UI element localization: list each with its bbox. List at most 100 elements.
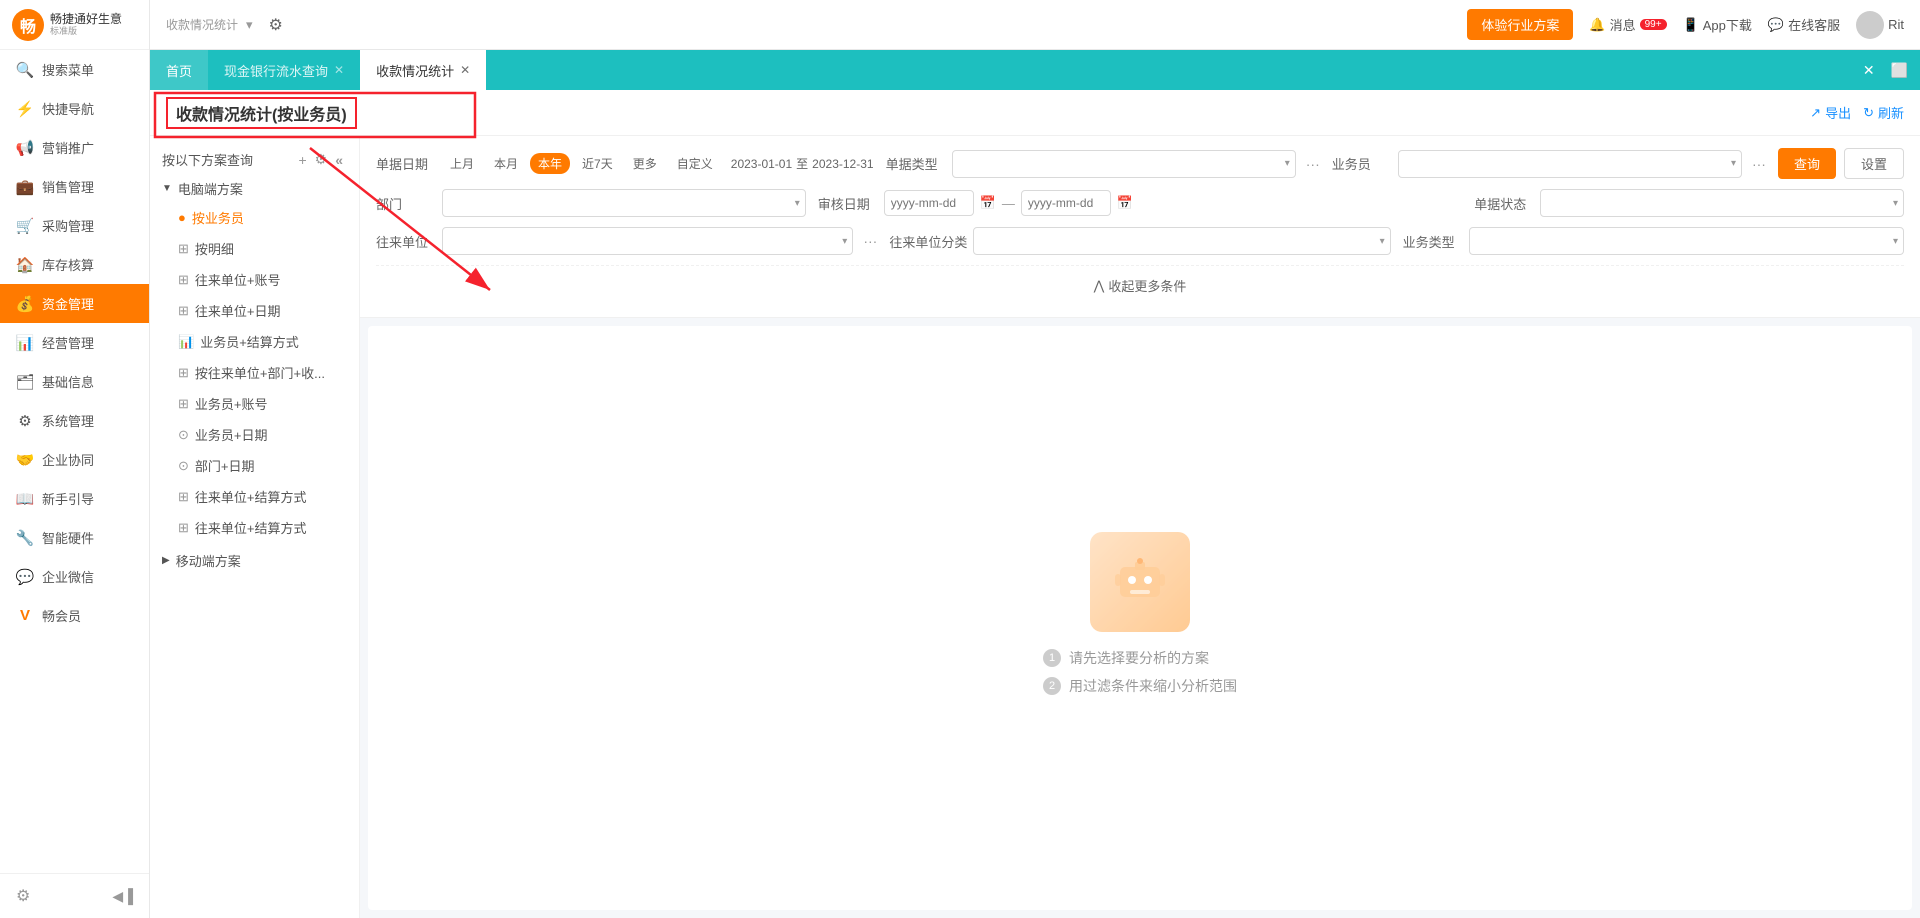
voucher-status-input[interactable] [1540, 189, 1904, 217]
sidebar-item-purchase[interactable]: 🛒 采购管理 [0, 206, 149, 245]
dept-select[interactable]: ▾ [442, 189, 806, 217]
notification-area[interactable]: 🔔 消息 99+ [1589, 15, 1666, 34]
scheme-item-unit-settle2[interactable]: ⊞ 往来单位+结算方式 [150, 512, 359, 543]
customer-category-select[interactable]: ▾ [973, 227, 1390, 255]
dept-input[interactable] [442, 189, 806, 217]
customer-more-icon[interactable]: ··· [863, 233, 877, 249]
shortcut-icon: ⚡ [16, 100, 34, 118]
scheme-item-salesman-date[interactable]: ⊙ 业务员+日期 [150, 419, 359, 450]
sidebar-item-inventory[interactable]: 🏠 库存核算 [0, 245, 149, 284]
tab-receipt[interactable]: 收款情况统计 ✕ [360, 50, 486, 90]
guide-icon: 📖 [16, 490, 34, 508]
voucher-type-more-icon[interactable]: ··· [1306, 156, 1320, 172]
scheme-item-dept-date[interactable]: ⊙ 部门+日期 [150, 450, 359, 481]
footer-collapse-icon[interactable]: ◀▐ [112, 888, 133, 905]
tab-receipt-close[interactable]: ✕ [460, 63, 470, 77]
scheme-item-by-salesman[interactable]: ● 按业务员 [150, 202, 359, 233]
trial-button[interactable]: 体验行业方案 [1467, 9, 1573, 40]
sidebar-item-shortcut[interactable]: ⚡ 快捷导航 [0, 89, 149, 128]
salesman-input[interactable] [1398, 150, 1742, 178]
sidebar-item-basic[interactable]: 🗂 基础信息 [0, 362, 149, 401]
export-button[interactable]: ↗ 导出 [1810, 103, 1851, 122]
sidebar-item-operation[interactable]: 📊 经营管理 [0, 323, 149, 362]
breadcrumb-dropdown-icon[interactable]: ▾ [246, 17, 253, 33]
header-settings-icon[interactable]: ⚙ [269, 15, 283, 35]
unit-settle2-icon: ⊞ [178, 520, 189, 536]
scheme-item-unit-dept[interactable]: ⊞ 按往来单位+部门+收... [150, 357, 359, 388]
date-tab-last-month[interactable]: 上月 [442, 153, 482, 174]
scheme-item-salesman-account[interactable]: ⊞ 业务员+账号 [150, 388, 359, 419]
sidebar-item-enterprise[interactable]: 🤝 企业协同 [0, 440, 149, 479]
date-tab-last7[interactable]: 近7天 [574, 153, 621, 174]
sidebar-item-hardware[interactable]: 🔧 智能硬件 [0, 518, 149, 557]
window-close-icon[interactable]: ✕ [1859, 58, 1879, 83]
date-tab-more[interactable]: 更多 [625, 153, 665, 174]
salesman-more-icon[interactable]: ··· [1752, 156, 1766, 172]
page-header: 收款情况统计(按业务员) ↗ 导出 ↻ 刷新 [150, 90, 1920, 136]
panel-settings-button[interactable]: ⚙ [311, 151, 332, 168]
scheme-item-unit-settle1[interactable]: ⊞ 往来单位+结算方式 [150, 481, 359, 512]
empty-tip-1: 1 请先选择要分析的方案 [1043, 648, 1237, 668]
window-maximize-icon[interactable]: ⬜ [1887, 58, 1912, 83]
sidebar-item-marketing[interactable]: 📢 营销推广 [0, 128, 149, 167]
business-type-field: 业务类型 ▾ [1403, 227, 1904, 255]
voucher-type-select[interactable]: ▾ [952, 150, 1296, 178]
sidebar-item-search[interactable]: 🔍 搜索菜单 [0, 50, 149, 89]
search-icon: 🔍 [16, 61, 34, 79]
sidebar: 畅 畅捷通好生意 标准版 🔍 搜索菜单 ⚡ 快捷导航 📢 营销推广 💼 销售管理… [0, 0, 150, 918]
panel-collapse-button[interactable]: « [331, 152, 347, 168]
review-date-from-calendar[interactable]: 📅 [980, 195, 996, 211]
marketing-icon: 📢 [16, 139, 34, 157]
sidebar-footer: ⚙ ◀▐ [0, 873, 149, 918]
footer-settings-icon[interactable]: ⚙ [16, 886, 30, 906]
sidebar-item-wechat[interactable]: 💬 企业微信 [0, 557, 149, 596]
settings-button[interactable]: 设置 [1844, 148, 1904, 179]
salesman-settle-icon: 📊 [178, 334, 194, 350]
business-type-select[interactable]: ▾ [1469, 227, 1904, 255]
customer-category-input[interactable] [973, 227, 1390, 255]
tab-bar: 首页 现金银行流水查询 ✕ 收款情况统计 ✕ ✕ ⬜ [150, 50, 1920, 90]
system-icon: ⚙ [16, 412, 34, 430]
customer-field: 往来单位 ▾ ··· [376, 227, 877, 255]
tab-bank[interactable]: 现金银行流水查询 ✕ [208, 50, 360, 90]
sidebar-item-sales[interactable]: 💼 销售管理 [0, 167, 149, 206]
customer-select[interactable]: ▾ [442, 227, 853, 255]
user-avatar [1856, 11, 1884, 39]
customer-input[interactable] [442, 227, 853, 255]
review-date-from-input[interactable] [884, 190, 974, 216]
desktop-expand-arrow: ▼ [162, 183, 172, 194]
tab-home[interactable]: 首页 [150, 50, 208, 90]
review-date-to-input[interactable] [1021, 190, 1111, 216]
date-tabs: 上月 本月 本年 近7天 更多 自定义 [442, 153, 721, 174]
voucher-status-select[interactable]: ▾ [1540, 189, 1904, 217]
scheme-item-unit-date[interactable]: ⊞ 往来单位+日期 [150, 295, 359, 326]
mobile-scheme-title[interactable]: ▶ 移动端方案 [150, 547, 359, 574]
online-service[interactable]: 💬 在线客服 [1768, 15, 1840, 34]
sidebar-item-guide[interactable]: 📖 新手引导 [0, 479, 149, 518]
scheme-item-by-detail[interactable]: ⊞ 按明细 [150, 233, 359, 264]
sidebar-item-finance[interactable]: 💰 资金管理 [0, 284, 149, 323]
sidebar-item-system[interactable]: ⚙ 系统管理 [0, 401, 149, 440]
query-button[interactable]: 查询 [1778, 148, 1836, 179]
review-date-to-calendar[interactable]: 📅 [1117, 195, 1133, 211]
desktop-scheme-title[interactable]: ▼ 电脑端方案 [150, 175, 359, 202]
collapse-button[interactable]: ⋀ 收起更多条件 [1088, 270, 1193, 301]
refresh-button[interactable]: ↻ 刷新 [1863, 103, 1904, 122]
app-download[interactable]: 📱 App下载 [1683, 15, 1752, 34]
mobile-scheme-section: ▶ 移动端方案 [150, 547, 359, 574]
date-tab-this-year[interactable]: 本年 [530, 153, 570, 174]
business-type-input[interactable] [1469, 227, 1904, 255]
voucher-type-label: 单据类型 [886, 154, 946, 173]
panel-add-button[interactable]: + [294, 152, 310, 168]
salesman-date-icon: ⊙ [178, 427, 189, 443]
sidebar-item-member[interactable]: V 畅会员 [0, 596, 149, 635]
user-area[interactable]: Rit [1856, 11, 1904, 39]
scheme-item-unit-account[interactable]: ⊞ 往来单位+账号 [150, 264, 359, 295]
tab-bar-right: ✕ ⬜ [1859, 58, 1920, 83]
voucher-type-input[interactable] [952, 150, 1296, 178]
date-tab-this-month[interactable]: 本月 [486, 153, 526, 174]
scheme-item-salesman-settle[interactable]: 📊 业务员+结算方式 [150, 326, 359, 357]
date-tab-custom[interactable]: 自定义 [669, 153, 721, 174]
tab-bank-close[interactable]: ✕ [334, 63, 344, 77]
salesman-select[interactable]: ▾ [1398, 150, 1742, 178]
